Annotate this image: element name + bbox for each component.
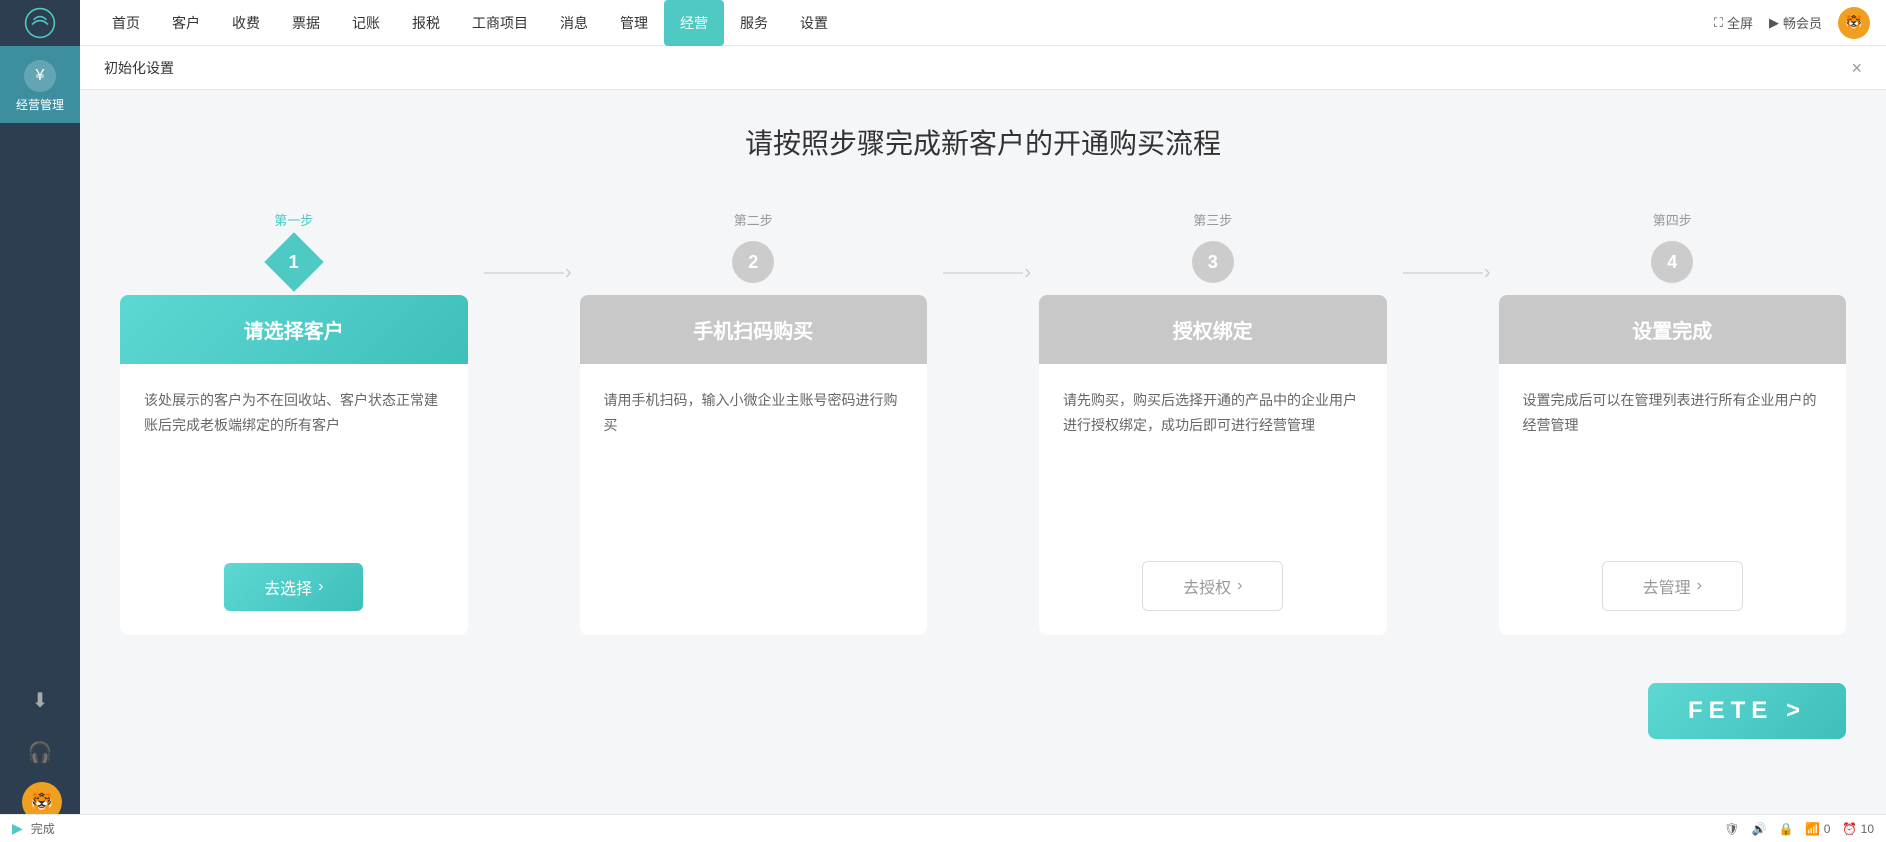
main-title: 请按照步骤完成新客户的开通购买流程 [120, 122, 1846, 162]
download-icon[interactable]: ⬇ [18, 678, 62, 722]
status-bar-left: ▶ 完成 [12, 820, 55, 837]
user-avatar[interactable]: 🐯 [1838, 7, 1870, 39]
volume-icon: 🔊 [1752, 822, 1767, 836]
fullscreen-btn[interactable]: ⛶ 全屏 [1714, 13, 1753, 32]
step3-btn-arrow: › [1237, 577, 1242, 595]
sidebar-item-label: 经营管理 [16, 96, 64, 113]
step3-action-button[interactable]: 去授权 › [1142, 561, 1283, 611]
nav-settings[interactable]: 设置 [784, 0, 844, 46]
page-title: 初始化设置 [104, 58, 174, 78]
lock-icon: 🔒 [1778, 822, 1793, 836]
status-bar: ▶ 完成 🛡 🔊 🔒 📶 0 ⏰ 10 [0, 814, 1886, 842]
sidebar: ¥ 经营管理 ⬇ 🎧 🐯 [0, 0, 80, 842]
top-nav: 首页 客户 收费 票据 记账 报税 工商项目 消息 管理 经营 服务 设置 ⛶ … [80, 0, 1886, 46]
page-header: 初始化设置 × [80, 46, 1886, 90]
vip-icon: ▶ [1769, 15, 1779, 31]
nav-manage[interactable]: 管理 [604, 0, 664, 46]
step1-number: 1 [289, 251, 299, 272]
connector1: › [484, 272, 564, 274]
step4-card: 设置完成 设置完成后可以在管理列表进行所有企业用户的经营管理 去管理 › [1499, 295, 1847, 635]
step4-number: 4 [1667, 252, 1677, 273]
nav-right: ⛶ 全屏 ▶ 畅会员 🐯 [1714, 7, 1870, 39]
step2-card: 手机扫码购买 请用手机扫码，输入小微企业主账号密码进行购买 [580, 295, 928, 635]
step3-card-header: 授权绑定 [1039, 295, 1387, 364]
play-button[interactable]: ▶ [12, 820, 23, 837]
fullscreen-label: 全屏 [1727, 13, 1753, 32]
step4-card-header: 设置完成 [1499, 295, 1847, 364]
arrow2-icon: › [1024, 262, 1031, 285]
nav-message[interactable]: 消息 [544, 0, 604, 46]
step4-btn-arrow: › [1697, 577, 1702, 595]
step4-btn-label: 去管理 [1643, 574, 1691, 598]
step1-btn-label: 去选择 [264, 575, 312, 599]
step2-label: 第二步 [734, 210, 773, 229]
step1-card-footer: 去选择 › [120, 563, 468, 611]
step1-card: 请选择客户 该处展示的客户为不在回收站、客户状态正常建账后完成老板端绑定的所有客… [120, 295, 468, 635]
step2-card-header: 手机扫码购买 [580, 295, 928, 364]
sidebar-item-management[interactable]: ¥ 经营管理 [0, 46, 80, 123]
nav-tax[interactable]: 报税 [396, 0, 456, 46]
step2-circle: 2 [732, 241, 774, 283]
nav-business[interactable]: 工商项目 [456, 0, 544, 46]
main-content: 初始化设置 × 请按照步骤完成新客户的开通购买流程 第一步 1 请选择客户 该处… [80, 46, 1886, 814]
nav-service[interactable]: 服务 [724, 0, 784, 46]
step4-action-button[interactable]: 去管理 › [1602, 561, 1743, 611]
step2-card-body: 请用手机扫码，输入小微企业主账号密码进行购买 [580, 364, 928, 635]
step3-card-footer: 去授权 › [1039, 561, 1387, 611]
step3-label: 第三步 [1193, 210, 1232, 229]
fullscreen-icon: ⛶ [1714, 15, 1723, 31]
status-bar-right: 🛡 🔊 🔒 📶 0 ⏰ 10 [1724, 822, 1874, 836]
status-text: 完成 [31, 820, 55, 837]
step1-card-header: 请选择客户 [120, 295, 468, 364]
step3-number: 3 [1208, 252, 1218, 273]
nav-fee[interactable]: 收费 [216, 0, 276, 46]
step1-action-button[interactable]: 去选择 › [224, 563, 363, 611]
nav-home[interactable]: 首页 [96, 0, 156, 46]
vip-btn[interactable]: ▶ 畅会员 [1769, 13, 1822, 32]
step1-label: 第一步 [274, 210, 313, 229]
vip-label: 畅会员 [1783, 13, 1822, 32]
content-area: 请按照步骤完成新客户的开通购买流程 第一步 1 请选择客户 该处展示的客户为不在… [80, 90, 1886, 771]
sidebar-logo[interactable] [0, 0, 80, 46]
arrow1-icon: › [565, 262, 572, 285]
fete-button[interactable]: FETE > [1648, 683, 1846, 739]
step3-card: 授权绑定 请先购买，购买后选择开通的产品中的企业用户进行授权绑定，成功后即可进行… [1039, 295, 1387, 635]
step1-btn-arrow: › [318, 578, 323, 596]
step3-circle: 3 [1192, 241, 1234, 283]
step3-btn-label: 去授权 [1183, 574, 1231, 598]
step4-label: 第四步 [1653, 210, 1692, 229]
time-icon: ⏰ 10 [1842, 822, 1874, 836]
connector2: › [943, 272, 1023, 274]
management-icon: ¥ [24, 60, 56, 92]
close-button[interactable]: × [1851, 59, 1862, 77]
shield-icon: 🛡 [1724, 822, 1739, 836]
nav-customer[interactable]: 客户 [156, 0, 216, 46]
connector3: › [1403, 272, 1483, 274]
nav-operation[interactable]: 经营 [664, 0, 724, 46]
nav-invoice[interactable]: 票据 [276, 0, 336, 46]
fete-area: FETE > [120, 659, 1846, 739]
nav-accounting[interactable]: 记账 [336, 0, 396, 46]
step4-card-footer: 去管理 › [1499, 561, 1847, 611]
headset-icon[interactable]: 🎧 [18, 730, 62, 774]
network-icon: 📶 0 [1805, 822, 1830, 836]
step1-diamond: 1 [264, 232, 323, 291]
step4-circle: 4 [1651, 241, 1693, 283]
arrow3-icon: › [1484, 262, 1491, 285]
step2-number: 2 [748, 252, 758, 273]
